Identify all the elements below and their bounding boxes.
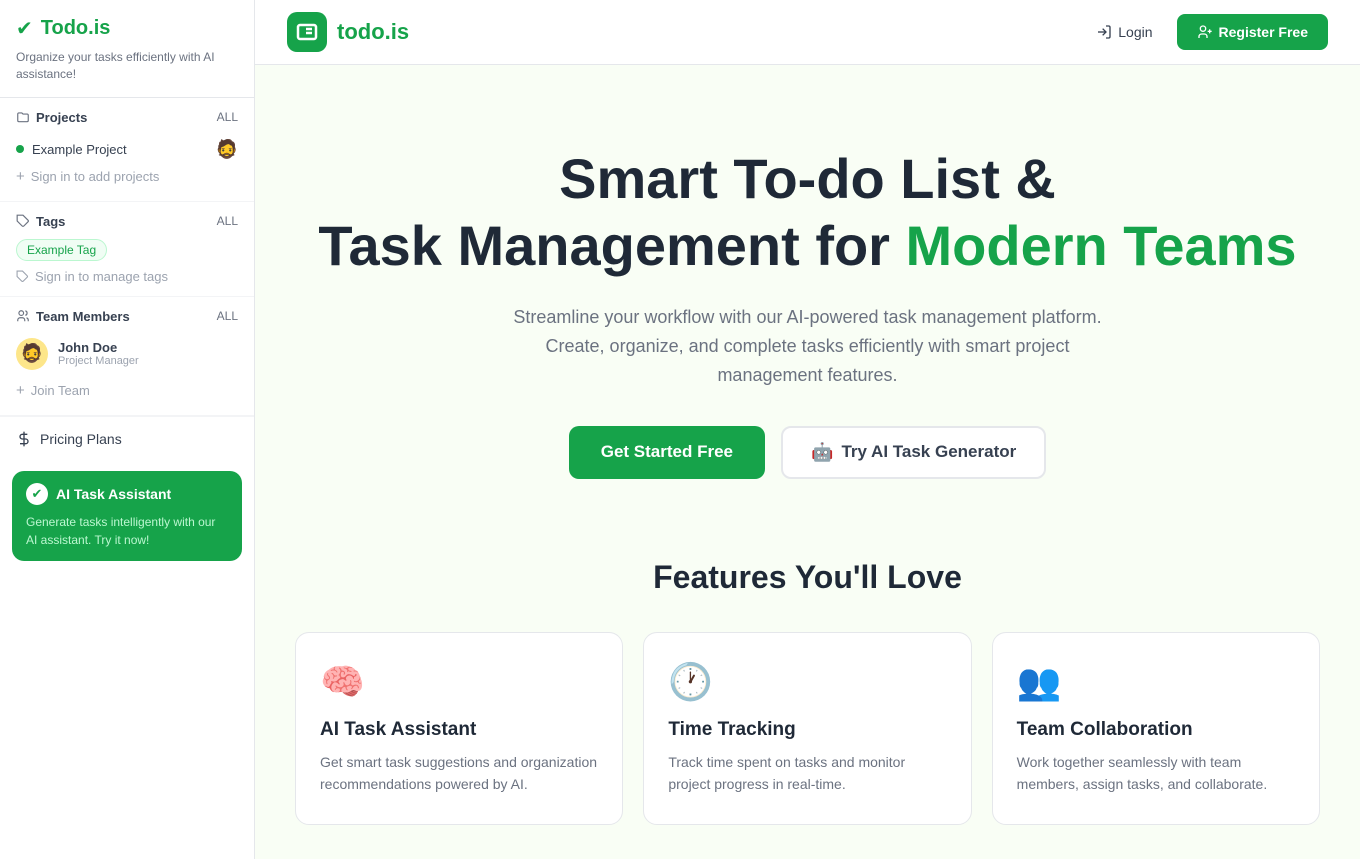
sidebar-header: ✔ Todo.is Organize your tasks efficientl…	[0, 0, 254, 98]
ai-feature-name: AI Task Assistant	[320, 719, 598, 741]
main-content: todo.is Login Register Free Smart To-do …	[255, 0, 1360, 859]
tag-manage-icon	[16, 270, 29, 283]
hero-subtitle: Streamline your workflow with our AI-pow…	[508, 303, 1108, 389]
example-project-label: Example Project	[32, 142, 127, 157]
time-feature-name: Time Tracking	[668, 719, 946, 741]
feature-card-time: 🕐 Time Tracking Track time spent on task…	[643, 632, 971, 825]
team-feature-desc: Work together seamlessly with team membe…	[1017, 751, 1295, 796]
feature-card-ai: 🧠 AI Task Assistant Get smart task sugge…	[295, 632, 623, 825]
sidebar-tagline: Organize your tasks efficiently with AI …	[16, 49, 238, 83]
robot-icon: 🤖	[811, 442, 833, 463]
hero-title: Smart To-do List & Task Management for M…	[295, 145, 1320, 279]
team-section-header: Team Members ALL	[16, 309, 238, 324]
example-tag[interactable]: Example Tag	[16, 239, 107, 261]
hero-buttons: Get Started Free 🤖 Try AI Task Generator	[295, 426, 1320, 479]
time-feature-icon: 🕐	[668, 661, 946, 703]
checkmark-icon: ✔	[16, 16, 33, 41]
top-nav: todo.is Login Register Free	[255, 0, 1360, 65]
sign-in-projects[interactable]: + Sign in to add projects	[16, 164, 238, 189]
tag-icon	[16, 214, 30, 228]
sidebar-logo-text: Todo.is	[41, 17, 111, 40]
get-started-button[interactable]: Get Started Free	[569, 426, 765, 479]
topnav-logo: todo.is	[287, 12, 409, 52]
member-avatar: 🧔	[16, 338, 48, 370]
ai-banner-desc: Generate tasks intelligently with our AI…	[26, 513, 228, 549]
project-status-dot	[16, 145, 24, 153]
register-button[interactable]: Register Free	[1177, 14, 1328, 50]
todo-icon	[295, 20, 319, 44]
ai-assistant-banner[interactable]: ✔ AI Task Assistant Generate tasks intel…	[12, 471, 242, 561]
hero-section: Smart To-do List & Task Management for M…	[255, 65, 1360, 539]
team-feature-icon: 👥	[1017, 661, 1295, 703]
projects-all-link[interactable]: ALL	[217, 110, 238, 124]
member-role: Project Manager	[58, 355, 139, 367]
dollar-icon	[16, 431, 32, 447]
team-members-section: Team Members ALL 🧔 John Doe Project Mana…	[0, 297, 254, 416]
topnav-logo-icon	[287, 12, 327, 52]
team-all-link[interactable]: ALL	[217, 309, 238, 323]
member-name: John Doe	[58, 340, 139, 355]
projects-title: Projects	[16, 110, 87, 125]
features-grid: 🧠 AI Task Assistant Get smart task sugge…	[295, 632, 1320, 825]
projects-section-header: Projects ALL	[16, 110, 238, 125]
tags-all-link[interactable]: ALL	[217, 214, 238, 228]
ai-check-icon: ✔	[26, 483, 48, 505]
tags-section-header: Tags ALL	[16, 214, 238, 229]
tags-section: Tags ALL Example Tag Sign in to manage t…	[0, 202, 254, 297]
ai-banner-title: AI Task Assistant	[56, 486, 171, 502]
plus-icon: +	[16, 168, 25, 185]
ai-feature-icon: 🧠	[320, 661, 598, 703]
projects-section: Projects ALL Example Project 🧔 + Sign in…	[0, 98, 254, 202]
tags-title: Tags	[16, 214, 65, 229]
login-icon	[1096, 24, 1112, 40]
plus-join-icon: +	[16, 382, 25, 399]
sidebar-logo: ✔ Todo.is	[16, 16, 238, 41]
sidebar: ✔ Todo.is Organize your tasks efficientl…	[0, 0, 255, 859]
team-feature-name: Team Collaboration	[1017, 719, 1295, 741]
example-project-item[interactable]: Example Project 🧔	[16, 135, 238, 164]
login-button[interactable]: Login	[1084, 16, 1164, 48]
folder-icon	[16, 110, 30, 124]
team-icon	[16, 309, 30, 323]
join-team-button[interactable]: + Join Team	[16, 374, 238, 403]
team-title: Team Members	[16, 309, 130, 324]
features-section: Features You'll Love 🧠 AI Task Assistant…	[255, 539, 1360, 859]
pricing-label: Pricing Plans	[40, 431, 122, 447]
feature-card-team: 👥 Team Collaboration Work together seaml…	[992, 632, 1320, 825]
pricing-plans-item[interactable]: Pricing Plans	[0, 416, 254, 461]
topnav-actions: Login Register Free	[1084, 14, 1328, 50]
project-avatar: 🧔	[216, 139, 238, 160]
team-member-john: 🧔 John Doe Project Manager	[16, 334, 238, 374]
sign-in-tags[interactable]: Sign in to manage tags	[16, 269, 238, 284]
time-feature-desc: Track time spent on tasks and monitor pr…	[668, 751, 946, 796]
topnav-logo-text: todo.is	[337, 19, 409, 45]
ai-generator-button[interactable]: 🤖 Try AI Task Generator	[781, 426, 1046, 479]
ai-feature-desc: Get smart task suggestions and organizat…	[320, 751, 598, 796]
features-title: Features You'll Love	[295, 559, 1320, 596]
register-icon	[1197, 24, 1213, 40]
